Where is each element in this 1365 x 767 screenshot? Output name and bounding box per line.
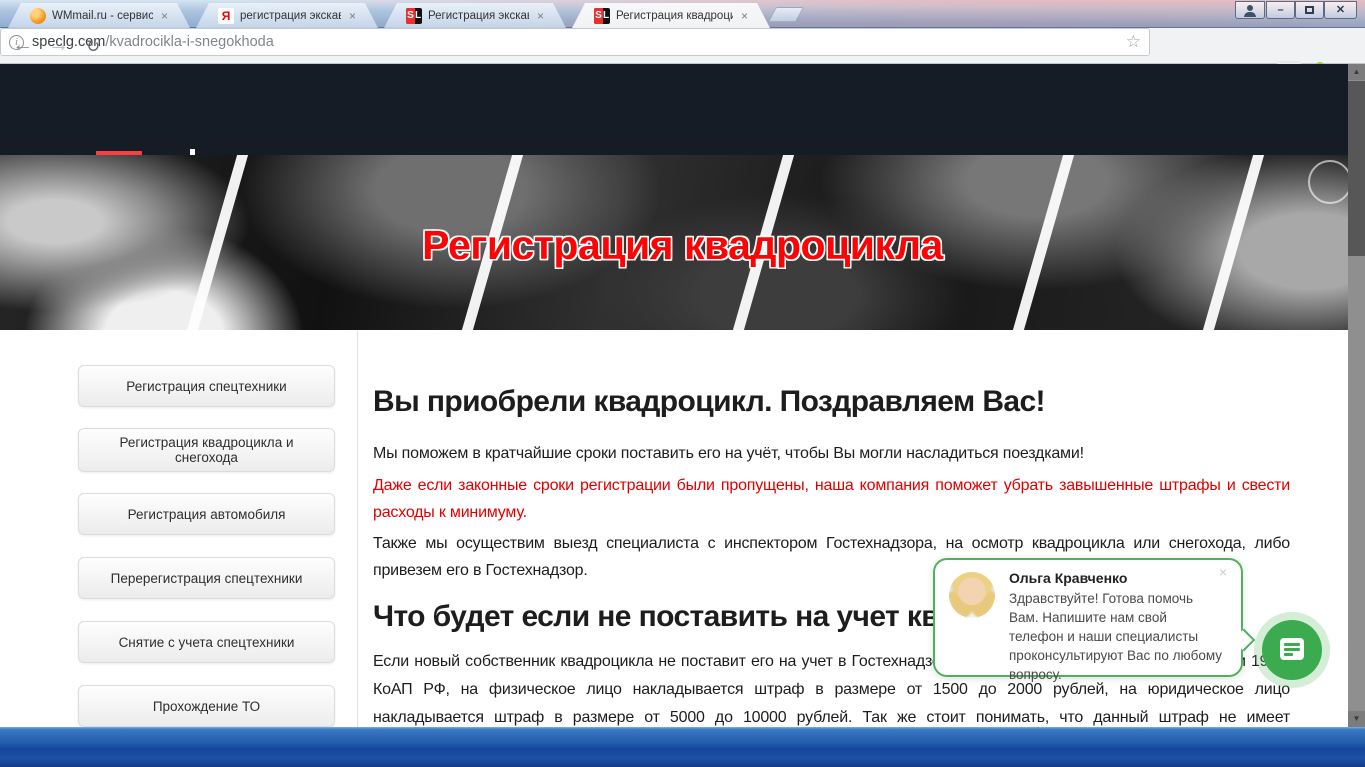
tab-close-icon[interactable]: ×	[535, 9, 546, 23]
sidebar-item-prohozhdenie-to[interactable]: Прохождение ТО	[78, 685, 335, 727]
article-paragraph-1: Мы поможем в кратчайшие сроки поставить …	[373, 445, 1084, 462]
maximize-icon	[1305, 6, 1314, 14]
sidebar-item-registraciya-kvadrocikla[interactable]: Регистрация квадроцикла и снегохода	[78, 428, 335, 472]
sidebar-item-registraciya-avtomobilya[interactable]: Регистрация автомобиля	[78, 493, 335, 535]
url-path: /kvadrocikla-i-snegokhoda	[105, 34, 274, 50]
wmmail-favicon-icon	[30, 8, 46, 24]
page-scrollbar[interactable]: ▲ ▼	[1348, 64, 1365, 727]
new-tab-button[interactable]	[768, 7, 804, 22]
forward-button[interactable]: →	[48, 31, 69, 59]
sidebar-item-pereregistraciya[interactable]: Перерегистрация спецтехники	[78, 557, 335, 599]
scroll-up-icon[interactable]: ▲	[1348, 64, 1365, 80]
sidebar-item-registraciya-spectehniki[interactable]: Регистрация спецтехники	[78, 365, 335, 407]
tab-registration-excavator[interactable]: Регистрация экскаватор ×	[384, 3, 566, 28]
screen: WMmail.ru - сервис поч × Я регистрация э…	[0, 0, 1365, 767]
address-bar[interactable]: i speclg.com /kvadrocikla-i-snegokhoda ☆	[0, 28, 1150, 56]
chat-open-button[interactable]	[1262, 620, 1322, 680]
profile-avatar-button[interactable]	[1235, 1, 1265, 19]
chat-operator-avatar	[949, 572, 995, 618]
tab-title: регистрация экскаватор	[240, 9, 339, 22]
sidebar-item-snyatie-s-ucheta[interactable]: Снятие с учета спецтехники	[78, 621, 335, 663]
tab-wmmail[interactable]: WMmail.ru - сервис поч ×	[8, 3, 190, 28]
bookmark-star-icon[interactable]: ☆	[1126, 32, 1141, 52]
tab-title: WMmail.ru - сервис поч	[52, 9, 153, 22]
scrollbar-thumb[interactable]	[1348, 81, 1365, 256]
reload-button[interactable]: ↻	[86, 33, 100, 61]
tab-close-icon[interactable]: ×	[159, 9, 170, 23]
avatar-icon	[1247, 5, 1253, 11]
window-close-button[interactable]: ✕	[1324, 1, 1357, 19]
window-maximize-button[interactable]	[1295, 1, 1324, 19]
tab-close-icon[interactable]: ×	[347, 9, 358, 23]
window-minimize-button[interactable]: –	[1266, 1, 1295, 19]
yandex-favicon-icon: Я	[218, 8, 234, 24]
sidebar-divider	[357, 330, 358, 767]
chat-operator-name: Ольга Кравченко	[1009, 570, 1128, 586]
browser-tab-strip: WMmail.ru - сервис поч × Я регистрация э…	[0, 0, 1365, 28]
page-title: Регистрация квадроцикла	[422, 222, 943, 268]
browser-toolbar: ← → ↻ i speclg.com /kvadrocikla-i-snegok…	[0, 28, 1365, 85]
tab-title: Регистрация экскаватор	[428, 9, 527, 22]
windows-taskbar	[0, 727, 1365, 767]
carousel-next-icon[interactable]	[1308, 160, 1352, 204]
tab-registration-kvadrocikl-active[interactable]: Регистрация квадроцик ×	[572, 3, 770, 28]
sl-favicon-icon	[406, 8, 422, 24]
tab-yandex-search[interactable]: Я регистрация экскаватор ×	[196, 3, 378, 28]
chat-close-icon[interactable]: ×	[1219, 564, 1227, 580]
chat-note-icon	[1280, 638, 1304, 660]
tab-close-icon[interactable]: ×	[739, 9, 750, 23]
article-heading-1: Вы приобрели квадроцикл. Поздравляем Вас…	[373, 385, 1046, 418]
scroll-down-icon[interactable]: ▼	[1348, 711, 1365, 727]
tab-title: Регистрация квадроцик	[616, 9, 733, 22]
back-button[interactable]: ←	[12, 31, 33, 59]
chat-message-text: Здравствуйте! Готова помочь Вам. Напишит…	[1009, 591, 1223, 682]
sl-favicon-icon	[594, 8, 610, 24]
site-header: S L +7 (495) 928 50 00 Услуги Разрешения…	[0, 64, 1365, 199]
article-paragraph-red: Даже если законные сроки регистрации был…	[373, 477, 1290, 521]
